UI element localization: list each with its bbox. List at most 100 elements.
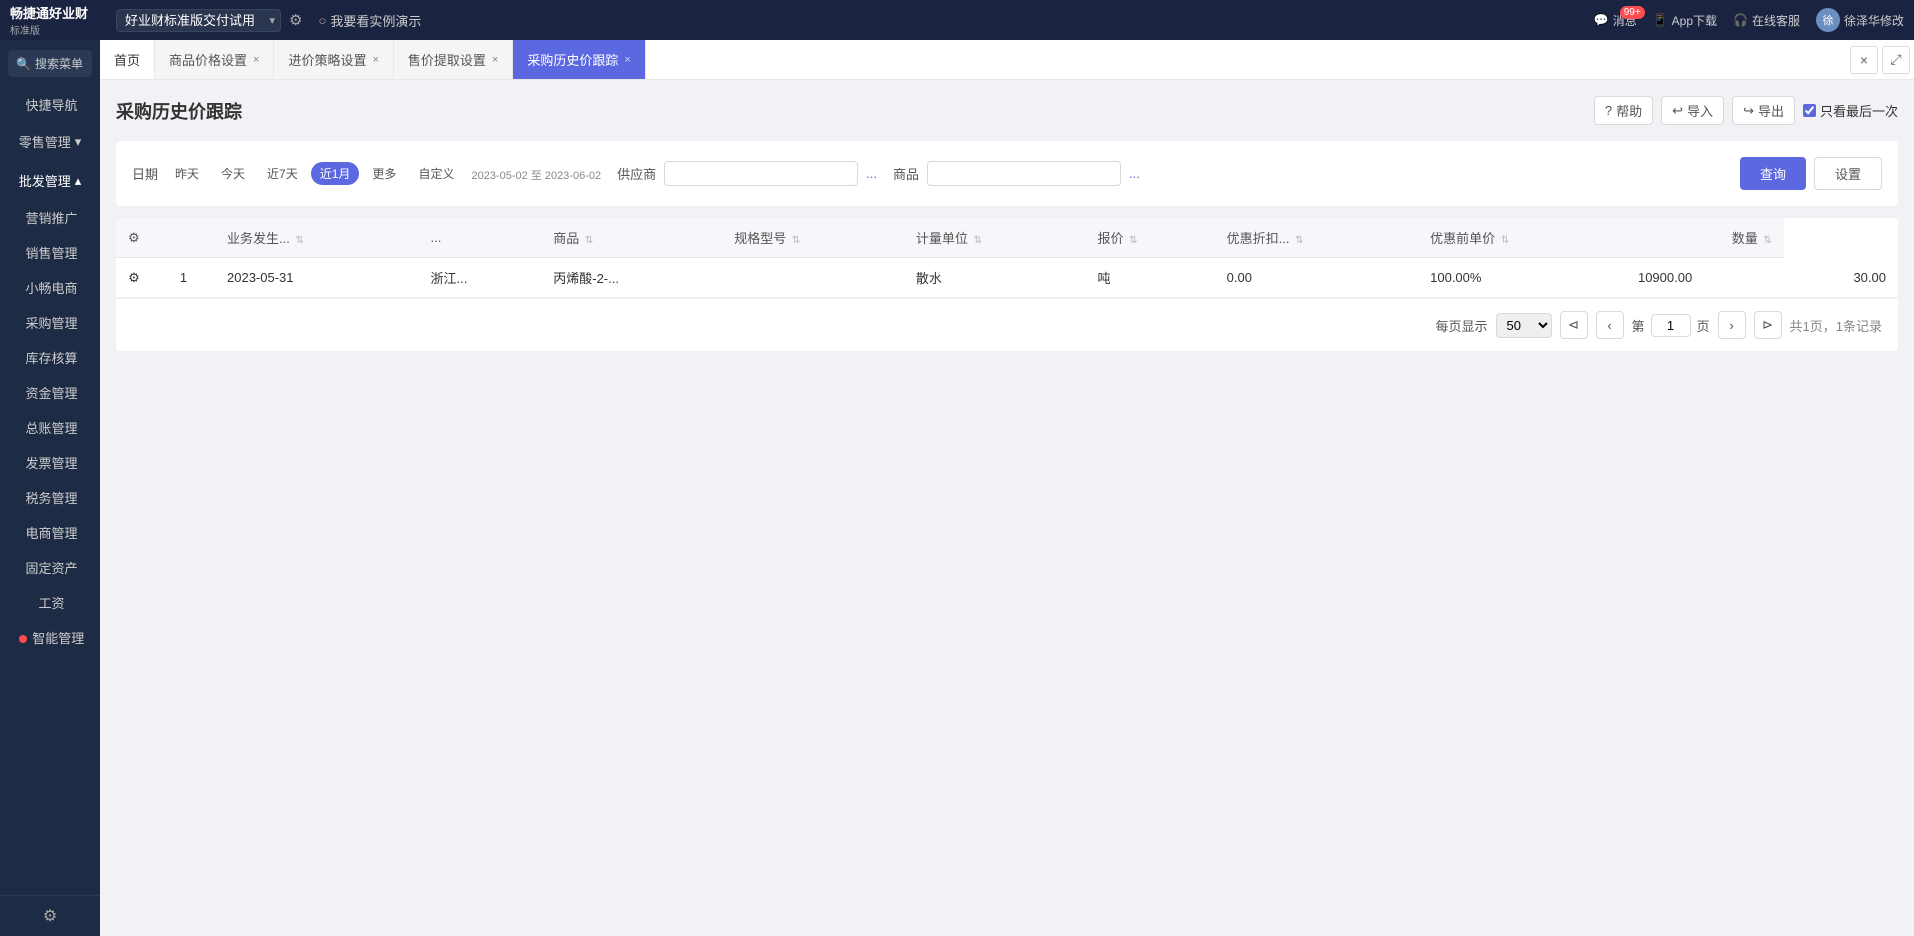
- edition-select-wrap[interactable]: 好业财标准版交付试用: [116, 9, 281, 32]
- tab-expand-button[interactable]: ⤢: [1882, 46, 1910, 74]
- date-label: 日期: [132, 164, 158, 183]
- edition-select[interactable]: 好业财标准版交付试用: [116, 9, 281, 32]
- message-button[interactable]: 💬 消息 99+: [1594, 12, 1637, 29]
- row-unit: 散水: [904, 258, 1086, 298]
- date-btn-1month[interactable]: 近1月: [311, 162, 360, 185]
- page-prev-button[interactable]: ‹: [1596, 311, 1624, 339]
- row-qty: 30.00: [1784, 258, 1898, 298]
- sidebar-item-invoice[interactable]: 发票管理: [0, 445, 100, 480]
- page-header: 采购历史价跟踪 ? 帮助 ↩ 导入 ↪ 导出: [116, 96, 1898, 125]
- row-pre-discount-price: 10900.00: [1626, 258, 1784, 298]
- chevron-down-icon: ▾: [75, 134, 82, 150]
- supplier-more-button[interactable]: ...: [866, 166, 877, 181]
- user-menu[interactable]: 徐 徐泽华修改: [1816, 8, 1904, 32]
- sidebar-item-payroll[interactable]: 工资: [0, 585, 100, 620]
- sidebar-item-tax[interactable]: 税务管理: [0, 480, 100, 515]
- page-first-button[interactable]: ⊲: [1560, 311, 1588, 339]
- app-download-button[interactable]: 📱 App下载: [1653, 12, 1717, 29]
- filter-settings-button[interactable]: 设置: [1814, 157, 1882, 190]
- th-price[interactable]: 报价 ⇅: [1086, 218, 1215, 258]
- th-date[interactable]: 业务发生... ⇅: [215, 218, 418, 258]
- sidebar-item-finance[interactable]: 资金管理: [0, 375, 100, 410]
- only-last-checkbox-label[interactable]: 只看最后一次: [1803, 101, 1898, 120]
- tab-close-icon[interactable]: ×: [372, 54, 378, 66]
- product-more-button[interactable]: ...: [1129, 166, 1140, 181]
- date-filter: 日期 昨天 今天 近7天 近1月 更多 自定义 2023-05-02 至 202…: [132, 162, 601, 185]
- date-btn-today[interactable]: 今天: [212, 162, 254, 185]
- tab-collapse-button[interactable]: ×: [1850, 46, 1878, 74]
- sidebar-item-assets[interactable]: 固定资产: [0, 550, 100, 585]
- sidebar-item-retail[interactable]: 零售管理 ▾: [0, 122, 100, 161]
- sort-icon: ⇅: [1501, 235, 1509, 246]
- help-button[interactable]: ? 帮助: [1594, 96, 1653, 125]
- date-btn-custom[interactable]: 自定义: [409, 162, 463, 185]
- tabs-right: × ⤢: [1850, 46, 1914, 74]
- sidebar-item-inventory[interactable]: 库存核算: [0, 340, 100, 375]
- date-btn-yesterday[interactable]: 昨天: [166, 162, 208, 185]
- tab-home[interactable]: 首页: [100, 40, 155, 80]
- sidebar-item-wholesale[interactable]: 批发管理 ▴: [0, 161, 100, 200]
- app-title: 畅捷通好业财: [10, 3, 88, 22]
- th-more[interactable]: ...: [418, 218, 541, 258]
- chevron-up-icon: ▴: [75, 173, 82, 189]
- date-btn-7days[interactable]: 近7天: [258, 162, 307, 185]
- date-btn-more[interactable]: 更多: [363, 162, 405, 185]
- th-discount[interactable]: 优惠折扣... ⇅: [1215, 218, 1418, 258]
- sidebar-item-marketing[interactable]: 营销推广: [0, 200, 100, 235]
- th-product[interactable]: 商品 ⇅: [541, 218, 722, 258]
- tab-close-icon[interactable]: ×: [624, 54, 630, 66]
- product-input[interactable]: [927, 161, 1121, 186]
- main-layout: 🔍 搜索菜单 快捷导航 零售管理 ▾ 批发管理 ▴ 营销推广 销售管理 小畅电商…: [0, 40, 1914, 936]
- sidebar-item-ledger[interactable]: 总账管理: [0, 410, 100, 445]
- only-last-checkbox[interactable]: [1803, 104, 1816, 117]
- sidebar-item-label: 发票管理: [25, 456, 77, 471]
- query-button[interactable]: 查询: [1740, 157, 1806, 190]
- supplier-input[interactable]: [664, 161, 858, 186]
- page-last-button[interactable]: ⊳: [1754, 311, 1782, 339]
- sidebar-search-area[interactable]: 🔍 搜索菜单: [0, 40, 100, 87]
- table-header-row: ⚙ 业务发生... ⇅ ... 商品 ⇅ 规格型号 ⇅ 计量单位 ⇅ 报价 ⇅ …: [116, 218, 1898, 258]
- filter-buttons: 查询 设置: [1740, 157, 1882, 190]
- tab-purchase-strategy[interactable]: 进价策略设置 ×: [274, 40, 393, 80]
- th-gear[interactable]: ⚙: [116, 218, 152, 258]
- app-download-label: App下载: [1672, 12, 1717, 29]
- tab-close-icon[interactable]: ×: [492, 54, 498, 66]
- online-service-button[interactable]: 🎧 在线客服: [1733, 12, 1800, 29]
- supplier-label: 供应商: [617, 164, 656, 183]
- sort-icon: ⇅: [1763, 235, 1771, 246]
- th-unit[interactable]: 计量单位 ⇅: [904, 218, 1086, 258]
- sidebar-item-label: 快捷导航: [25, 98, 77, 113]
- search-menu-button[interactable]: 🔍 搜索菜单: [8, 50, 92, 77]
- table-container: ⚙ 业务发生... ⇅ ... 商品 ⇅ 规格型号 ⇅ 计量单位 ⇅ 报价 ⇅ …: [116, 218, 1898, 351]
- tab-purchase-history[interactable]: 采购历史价跟踪 ×: [513, 40, 645, 80]
- import-button[interactable]: ↩ 导入: [1661, 96, 1724, 125]
- content-area: 首页 商品价格设置 × 进价策略设置 × 售价提取设置 × 采购历史价跟踪 × …: [100, 40, 1914, 936]
- th-spec[interactable]: 规格型号 ⇅: [722, 218, 904, 258]
- th-qty[interactable]: 数量 ⇅: [1626, 218, 1784, 258]
- row-gear[interactable]: ⚙: [116, 258, 152, 298]
- export-button[interactable]: ↪ 导出: [1732, 96, 1795, 125]
- sidebar-item-quick-nav[interactable]: 快捷导航: [0, 87, 100, 122]
- sidebar-item-smart[interactable]: 智能管理: [0, 620, 100, 655]
- tab-sale-strategy[interactable]: 售价提取设置 ×: [394, 40, 513, 80]
- topbar-gear-icon[interactable]: ⚙: [289, 11, 302, 29]
- tab-price-settings[interactable]: 商品价格设置 ×: [155, 40, 274, 80]
- per-page-select[interactable]: 50 20 100 200: [1496, 313, 1552, 338]
- row-quoted-price: 0.00: [1215, 258, 1418, 298]
- sidebar-item-ecommerce-small[interactable]: 小畅电商: [0, 270, 100, 305]
- tab-close-icon[interactable]: ×: [253, 54, 259, 66]
- page-next-button[interactable]: ›: [1718, 311, 1746, 339]
- message-icon: 💬: [1594, 13, 1609, 27]
- date-options: 昨天 今天 近7天 近1月 更多 自定义: [166, 162, 463, 185]
- tabs-bar: 首页 商品价格设置 × 进价策略设置 × 售价提取设置 × 采购历史价跟踪 × …: [100, 40, 1914, 80]
- demo-button[interactable]: ○ 我要看实例演示: [318, 11, 421, 30]
- sort-icon: ⇅: [1295, 235, 1303, 246]
- th-pre-discount-price[interactable]: 优惠前单价 ⇅: [1418, 218, 1626, 258]
- import-icon: ↩: [1672, 103, 1683, 119]
- sidebar-item-sales[interactable]: 销售管理: [0, 235, 100, 270]
- page-number-input[interactable]: [1651, 314, 1691, 337]
- sidebar-settings-icon[interactable]: ⚙: [43, 906, 57, 926]
- sidebar-item-ecommerce[interactable]: 电商管理: [0, 515, 100, 550]
- sidebar-item-purchase[interactable]: 采购管理: [0, 305, 100, 340]
- demo-icon: ○: [318, 13, 326, 28]
